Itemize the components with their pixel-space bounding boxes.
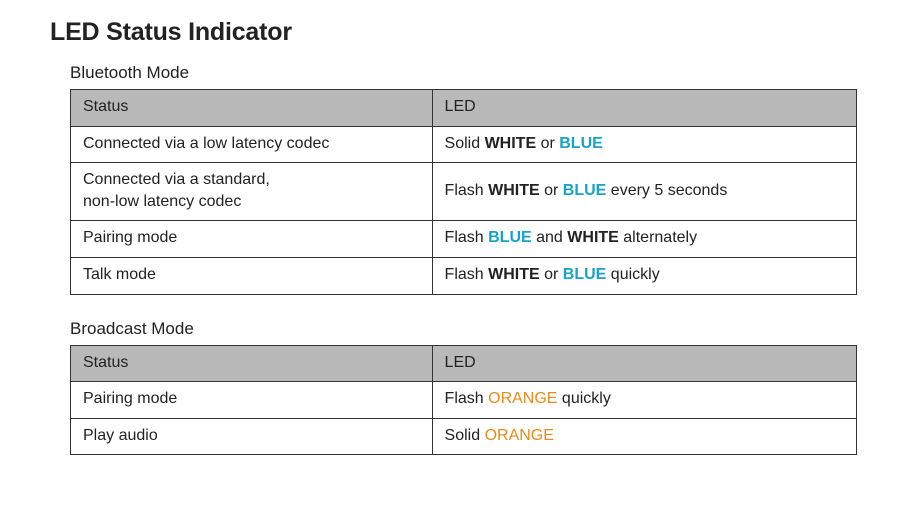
section-label-bluetooth: Bluetooth Mode: [70, 63, 857, 83]
th-led: LED: [432, 90, 856, 127]
cell-status: Talk mode: [71, 257, 433, 294]
cell-status: Connected via a low latency codec: [71, 126, 433, 163]
table-row: Play audio Solid ORANGE: [71, 418, 857, 455]
table-row: Pairing mode Flash ORANGE quickly: [71, 382, 857, 419]
table-header-row: Status LED: [71, 90, 857, 127]
cell-status: Pairing mode: [71, 382, 433, 419]
th-status: Status: [71, 345, 433, 382]
cell-status: Play audio: [71, 418, 433, 455]
table-row: Pairing mode Flash BLUE and WHITE altern…: [71, 221, 857, 258]
cell-status: Connected via a standard,non-low latency…: [71, 163, 433, 221]
table-bluetooth: Status LED Connected via a low latency c…: [70, 89, 857, 295]
cell-status: Pairing mode: [71, 221, 433, 258]
page-title: LED Status Indicator: [50, 18, 857, 47]
table-header-row: Status LED: [71, 345, 857, 382]
cell-led: Flash WHITE or BLUE every 5 seconds: [432, 163, 856, 221]
table-row: Connected via a standard,non-low latency…: [71, 163, 857, 221]
cell-led: Solid ORANGE: [432, 418, 856, 455]
cell-led: Flash BLUE and WHITE alternately: [432, 221, 856, 258]
table-row: Talk mode Flash WHITE or BLUE quickly: [71, 257, 857, 294]
cell-led: Solid WHITE or BLUE: [432, 126, 856, 163]
th-status: Status: [71, 90, 433, 127]
page: LED Status Indicator Bluetooth Mode Stat…: [0, 0, 897, 509]
cell-led: Flash ORANGE quickly: [432, 382, 856, 419]
table-broadcast: Status LED Pairing mode Flash ORANGE qui…: [70, 345, 857, 456]
cell-led: Flash WHITE or BLUE quickly: [432, 257, 856, 294]
section-label-broadcast: Broadcast Mode: [70, 319, 857, 339]
table-row: Connected via a low latency codec Solid …: [71, 126, 857, 163]
th-led: LED: [432, 345, 856, 382]
